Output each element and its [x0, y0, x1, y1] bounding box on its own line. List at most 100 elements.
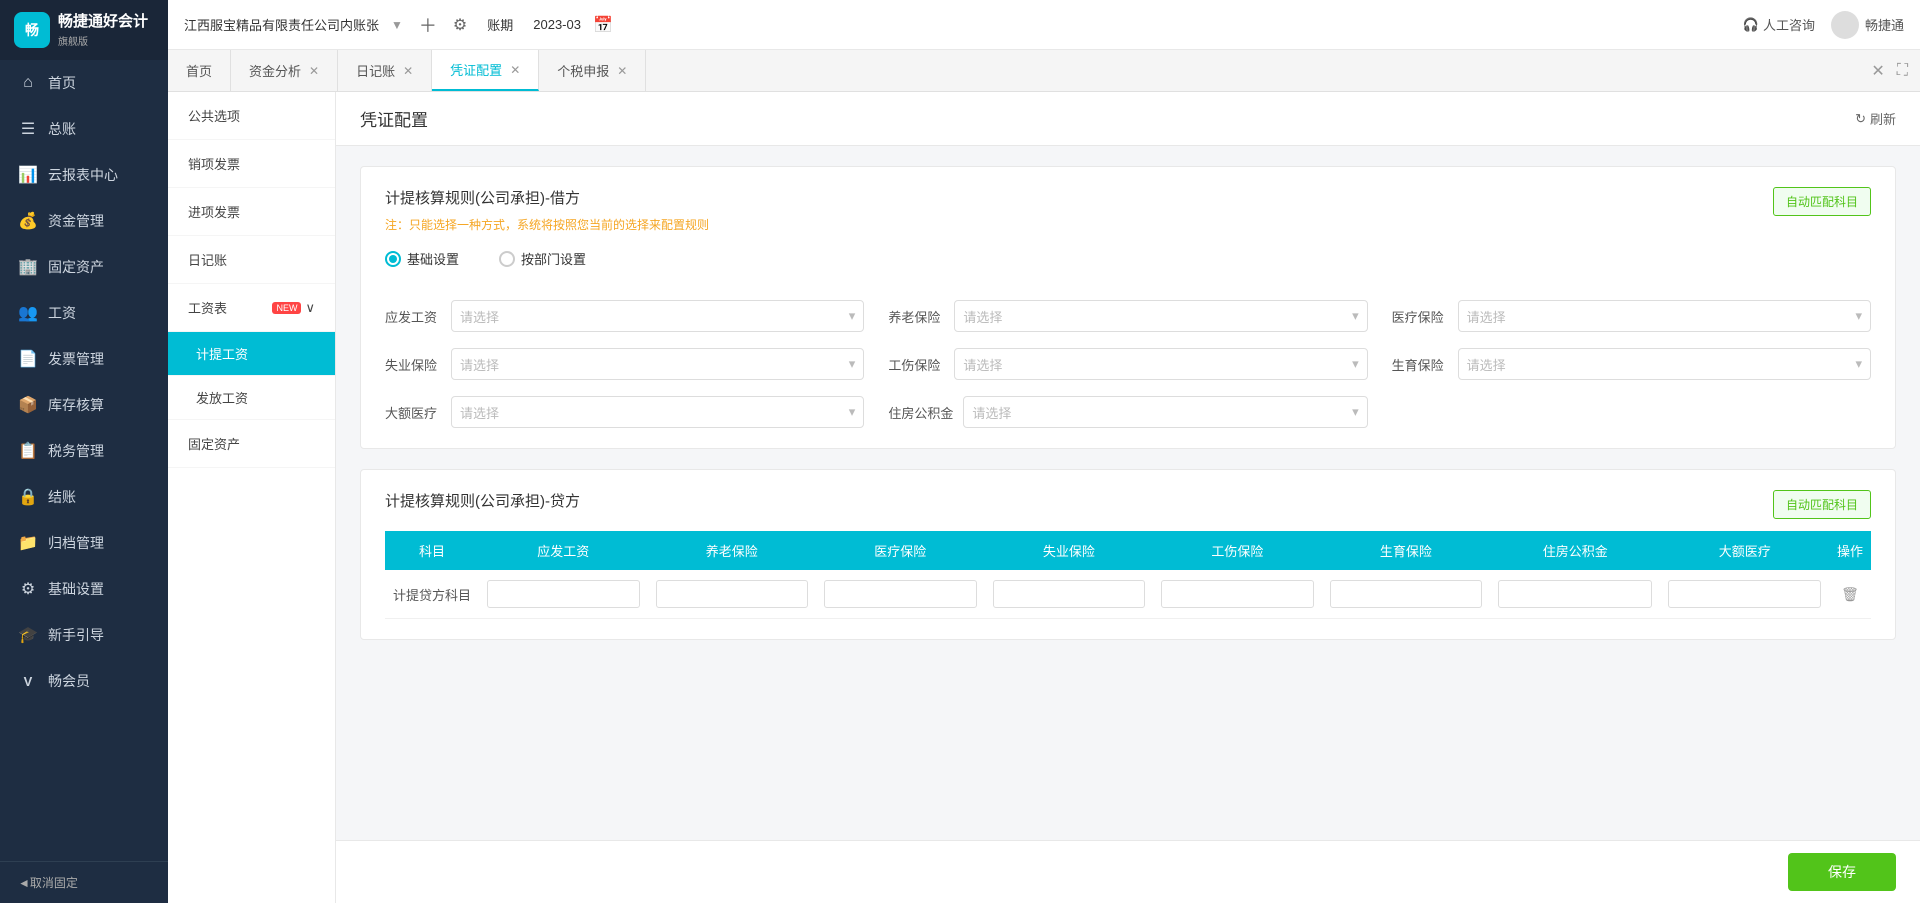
- tab-close-icon[interactable]: ✕: [1871, 61, 1884, 81]
- sidebar-item-archive[interactable]: 📁 归档管理: [0, 520, 168, 566]
- refresh-button[interactable]: ↻ 刷新: [1855, 109, 1896, 128]
- sidebar-item-home[interactable]: ⌂ 首页: [0, 60, 168, 106]
- sidebar-item-close[interactable]: 🔒 结账: [0, 474, 168, 520]
- add-account-button[interactable]: ＋: [415, 12, 441, 38]
- sidebar-label-invoice: 发票管理: [48, 349, 104, 369]
- td-gongjijin: [1490, 570, 1660, 619]
- tab-voucher-config-close[interactable]: ✕: [510, 63, 520, 77]
- refresh-label: 刷新: [1870, 109, 1896, 128]
- input-credit-shengyu[interactable]: [1330, 580, 1483, 608]
- user-button[interactable]: 畅捷通: [1831, 11, 1904, 39]
- input-credit-yingfa[interactable]: [487, 580, 640, 608]
- select-daeyiliao[interactable]: 请选择 ▾: [451, 396, 864, 428]
- input-credit-yanglao[interactable]: [656, 580, 809, 608]
- new-badge: NEW: [272, 302, 301, 314]
- td-row-label: 计提贷方科目: [385, 570, 479, 619]
- credit-table: 科目 应发工资 养老保险 医疗保险 失业保险 工伤保险 生育保险 住房公积金 大…: [385, 531, 1871, 619]
- field-yingfa: 应发工资 请选择 ▾: [385, 300, 864, 332]
- service-label: 人工咨询: [1763, 15, 1815, 34]
- radio-department[interactable]: 按部门设置: [499, 249, 586, 268]
- period-label: 账期: [487, 15, 513, 34]
- debit-radio-group: 基础设置 按部门设置: [385, 249, 709, 268]
- tab-expand-icon[interactable]: ⛶: [1897, 62, 1908, 80]
- select-yingfa[interactable]: 请选择 ▾: [451, 300, 864, 332]
- sidebar-label-archive: 归档管理: [48, 533, 104, 553]
- credit-section-title: 计提核算规则(公司承担)-贷方: [385, 490, 580, 511]
- delete-row-button[interactable]: 🗑: [1841, 586, 1859, 602]
- select-gongshang-placeholder: 请选择: [963, 355, 1002, 374]
- sidebar-item-settings[interactable]: ⚙ 基础设置: [0, 566, 168, 612]
- credit-auto-match-button[interactable]: 自动匹配科目: [1773, 490, 1871, 519]
- radio-dept-dot: [499, 251, 515, 267]
- left-item-purchase[interactable]: 进项发票: [168, 188, 335, 236]
- company-name: 江西服宝精品有限责任公司内账张: [184, 15, 379, 34]
- tab-tax-close[interactable]: ✕: [617, 64, 627, 78]
- select-gongshang[interactable]: 请选择 ▾: [954, 348, 1367, 380]
- input-credit-yiliao[interactable]: [824, 580, 977, 608]
- select-shengyu-arrow: ▾: [1855, 356, 1862, 372]
- input-credit-daeyiliao[interactable]: [1668, 580, 1821, 608]
- logo-icon: 畅: [14, 12, 50, 48]
- select-yanglao[interactable]: 请选择 ▾: [954, 300, 1367, 332]
- company-dropdown-icon[interactable]: ▼: [391, 18, 403, 32]
- left-item-fixed-assets[interactable]: 固定资产: [168, 420, 335, 468]
- left-item-sales[interactable]: 销项发票: [168, 140, 335, 188]
- sidebar-logo: 畅 畅捷通好会计 旗舰版: [0, 0, 168, 60]
- page-header: 凭证配置 ↻ 刷新: [336, 92, 1920, 146]
- td-shiye: [985, 570, 1154, 619]
- topbar: 江西服宝精品有限责任公司内账张 ▼ ＋ ⚙ 账期 2023-03 📅 🎧 人工咨…: [168, 0, 1920, 50]
- input-credit-gongjijin[interactable]: [1498, 580, 1652, 608]
- select-gongjijin-arrow: ▾: [1352, 404, 1359, 420]
- invoice-icon: 📄: [18, 349, 38, 369]
- input-credit-gongshang[interactable]: [1161, 580, 1314, 608]
- tab-finance-close[interactable]: ✕: [309, 64, 319, 78]
- sidebar-item-payroll[interactable]: 👥 工资: [0, 290, 168, 336]
- avatar: [1831, 11, 1859, 39]
- radio-basic[interactable]: 基础设置: [385, 249, 459, 268]
- main-area: 江西服宝精品有限责任公司内账张 ▼ ＋ ⚙ 账期 2023-03 📅 🎧 人工咨…: [168, 0, 1920, 903]
- left-item-public[interactable]: 公共选项: [168, 92, 335, 140]
- tab-tax[interactable]: 个税申报 ✕: [539, 50, 646, 91]
- sidebar-item-tax[interactable]: 📋 税务管理: [0, 428, 168, 474]
- payroll-icon: 👥: [18, 303, 38, 323]
- select-yiliao[interactable]: 请选择 ▾: [1458, 300, 1871, 332]
- calendar-icon[interactable]: 📅: [593, 15, 613, 35]
- tab-journal-close[interactable]: ✕: [403, 64, 413, 78]
- th-subject: 科目: [385, 531, 479, 570]
- table-row: 计提贷方科目 🗑: [385, 570, 1871, 619]
- save-button[interactable]: 保存: [1788, 853, 1896, 891]
- left-item-payout[interactable]: 发放工资: [168, 376, 335, 420]
- left-item-salary-sheet[interactable]: 工资表 NEW ∨: [168, 284, 335, 332]
- sidebar-item-assets[interactable]: 🏢 固定资产: [0, 244, 168, 290]
- left-item-accrual[interactable]: 计提工资: [168, 332, 335, 376]
- finance-icon: 💰: [18, 211, 38, 231]
- sidebar-item-ledger[interactable]: ☰ 总账: [0, 106, 168, 152]
- field-shengyu: 生育保险 请选择 ▾: [1392, 348, 1871, 380]
- sidebar-item-vip[interactable]: V 畅会员: [0, 658, 168, 704]
- sidebar-item-finance[interactable]: 💰 资金管理: [0, 198, 168, 244]
- cancel-fixed-button[interactable]: ◄取消固定: [0, 861, 168, 903]
- select-shiye[interactable]: 请选择 ▾: [451, 348, 864, 380]
- tab-journal[interactable]: 日记账 ✕: [338, 50, 432, 91]
- field-gongshang: 工伤保险 请选择 ▾: [888, 348, 1367, 380]
- tab-voucher-config[interactable]: 凭证配置 ✕: [432, 50, 539, 91]
- select-shengyu[interactable]: 请选择 ▾: [1458, 348, 1871, 380]
- settings-button[interactable]: ⚙: [453, 15, 467, 35]
- tab-home[interactable]: 首页: [168, 50, 231, 91]
- debit-section: 计提核算规则(公司承担)-借方 注：只能选择一种方式，系统将按照您当前的选择来配…: [360, 166, 1896, 449]
- tab-finance[interactable]: 资金分析 ✕: [231, 50, 338, 91]
- sidebar-item-report[interactable]: 📊 云报表中心: [0, 152, 168, 198]
- sidebar-item-inventory[interactable]: 📦 库存核算: [0, 382, 168, 428]
- footer-bar: 保存: [336, 840, 1920, 903]
- sidebar-item-guide[interactable]: 🎓 新手引导: [0, 612, 168, 658]
- select-gongjijin[interactable]: 请选择 ▾: [963, 396, 1367, 428]
- sidebar-label-inventory: 库存核算: [48, 395, 104, 415]
- period-value: 2023-03: [533, 17, 581, 32]
- service-button[interactable]: 🎧 人工咨询: [1743, 15, 1815, 34]
- debit-auto-match-button[interactable]: 自动匹配科目: [1773, 187, 1871, 216]
- sidebar-label-home: 首页: [48, 73, 76, 93]
- left-item-journal[interactable]: 日记账: [168, 236, 335, 284]
- input-credit-shiye[interactable]: [993, 580, 1146, 608]
- sidebar-item-invoice[interactable]: 📄 发票管理: [0, 336, 168, 382]
- label-gongshang: 工伤保险: [888, 355, 944, 374]
